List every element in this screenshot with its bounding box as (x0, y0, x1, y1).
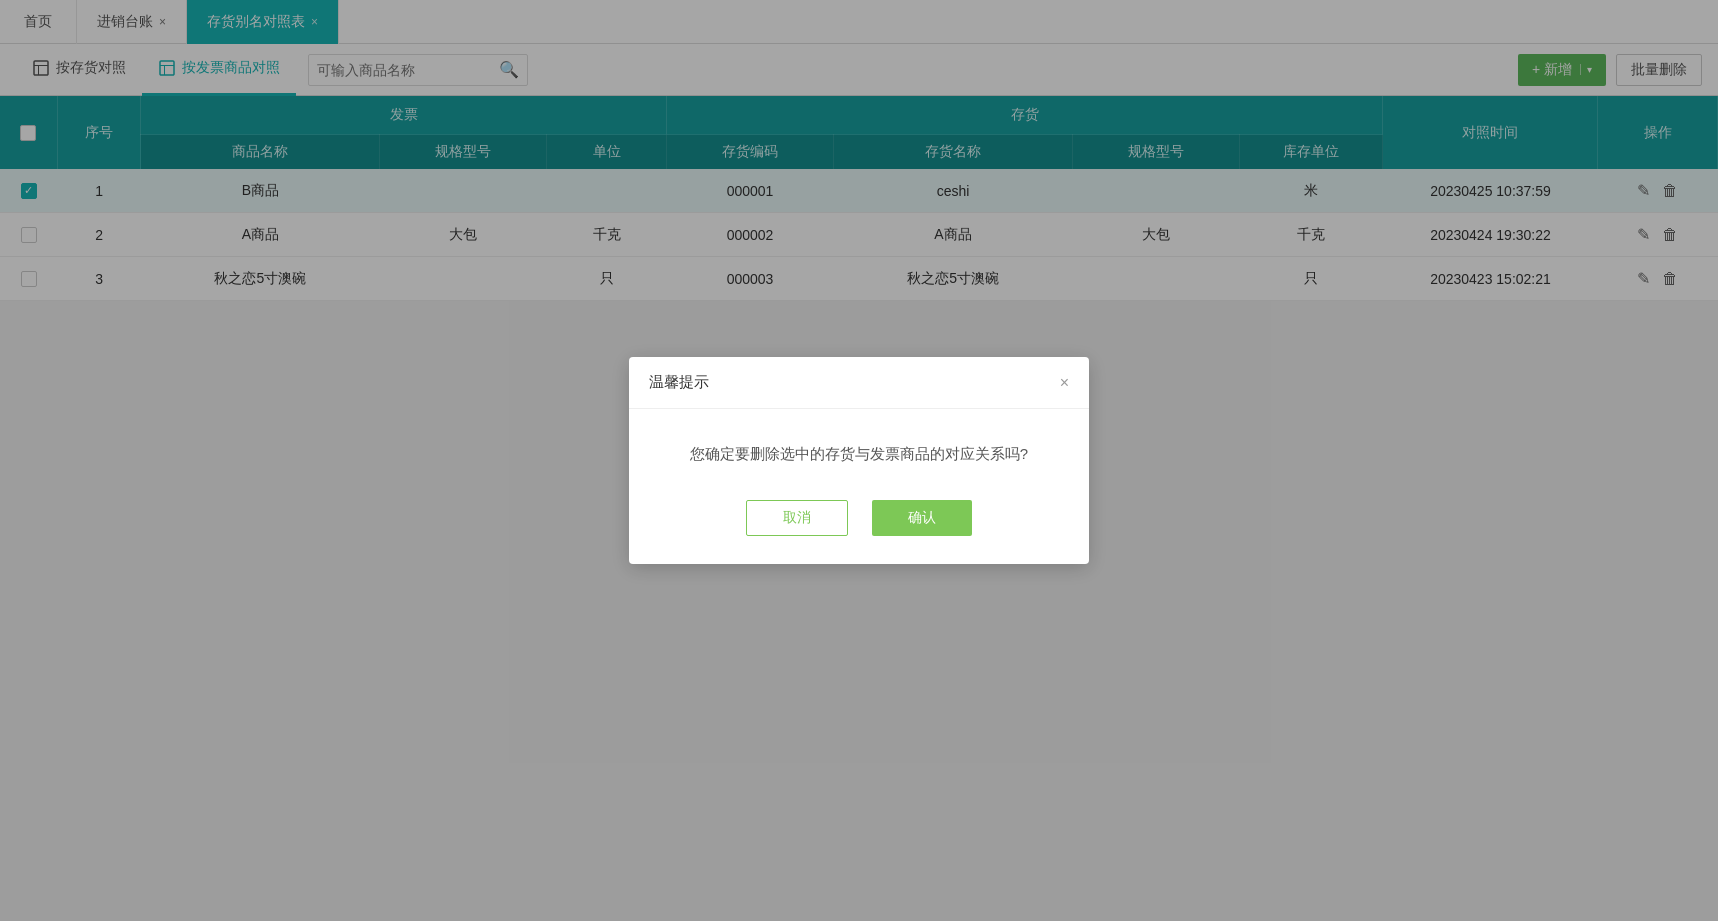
dialog-confirm-button[interactable]: 确认 (872, 500, 972, 536)
dialog-header: 温馨提示 × (629, 357, 1089, 409)
modal-overlay: 温馨提示 × 您确定要删除选中的存货与发票商品的对应关系吗? 取消 确认 (0, 0, 1718, 921)
dialog-body: 您确定要删除选中的存货与发票商品的对应关系吗? (629, 409, 1089, 492)
dialog-cancel-button[interactable]: 取消 (746, 500, 848, 536)
confirm-dialog: 温馨提示 × 您确定要删除选中的存货与发票商品的对应关系吗? 取消 确认 (629, 357, 1089, 564)
dialog-close-button[interactable]: × (1060, 375, 1069, 391)
dialog-message: 您确定要删除选中的存货与发票商品的对应关系吗? (690, 445, 1028, 462)
dialog-title: 温馨提示 (649, 373, 709, 392)
dialog-footer: 取消 确认 (629, 492, 1089, 564)
